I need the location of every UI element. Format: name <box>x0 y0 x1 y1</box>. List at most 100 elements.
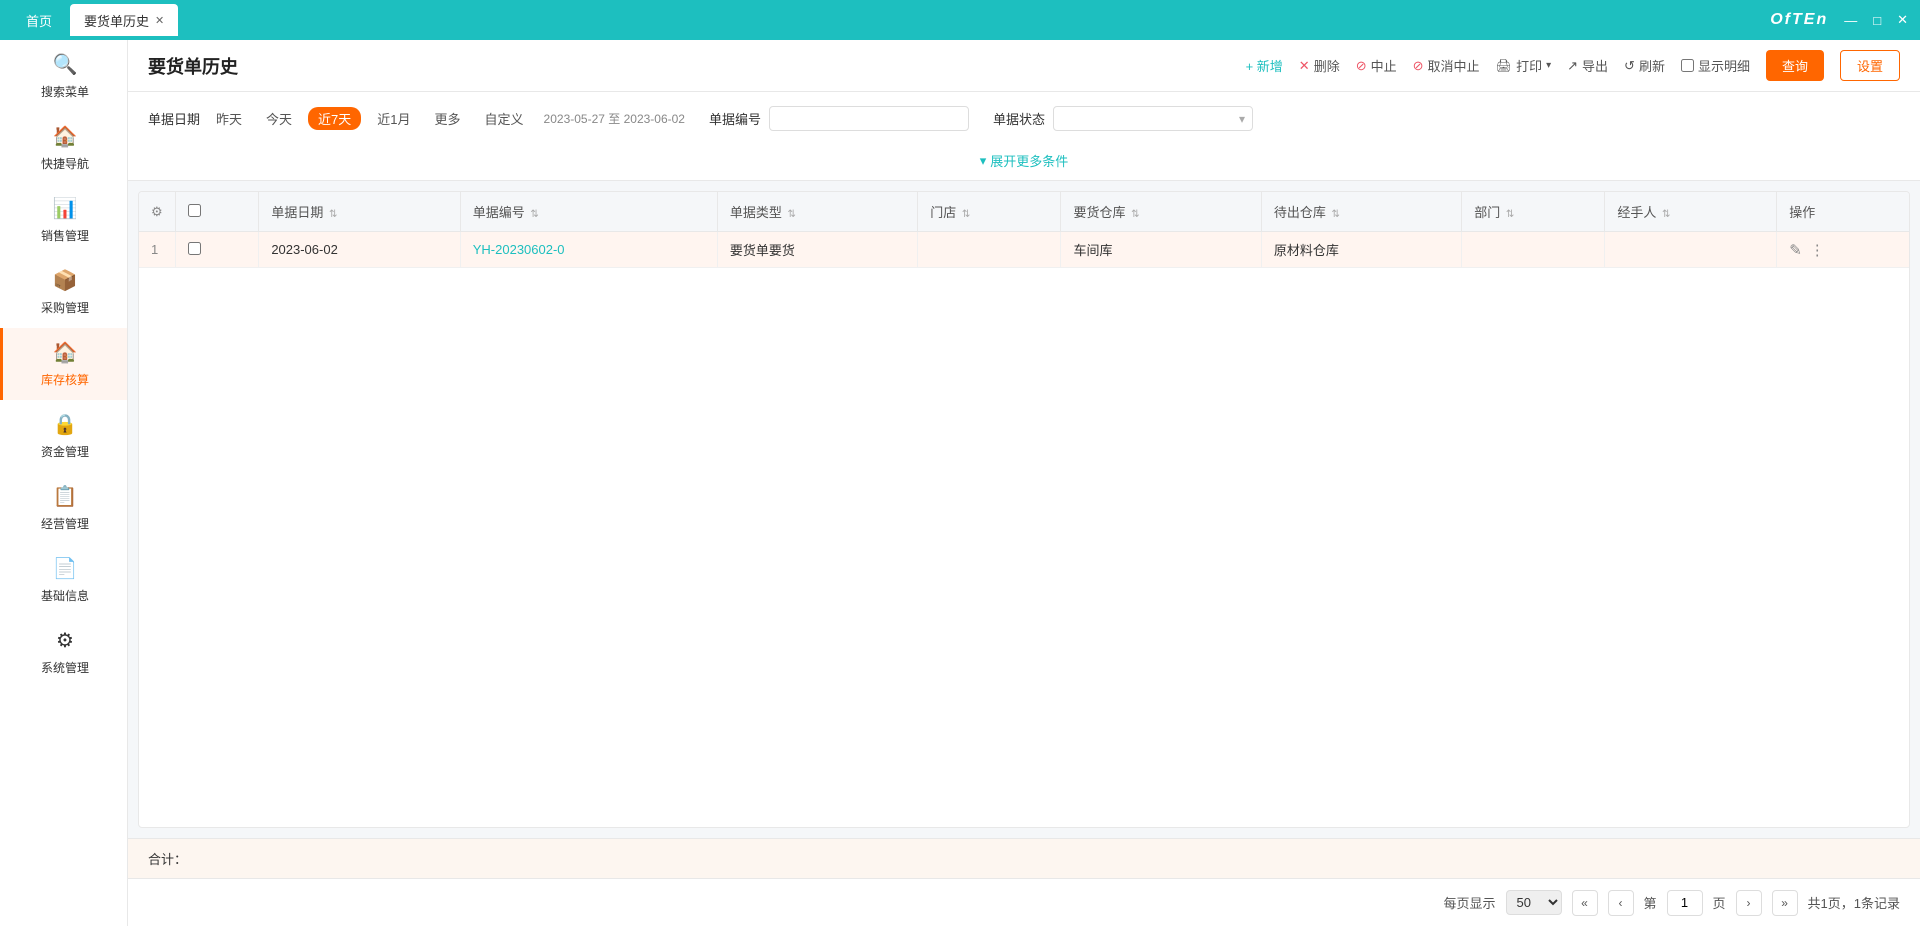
op-more-icon-0[interactable]: ⋮ <box>1810 241 1825 259</box>
table-body: 1 2023-06-02 YH-20230602-0 要货单要货 车间库 原材料… <box>139 232 1909 268</box>
export-button[interactable]: ↗ 导出 <box>1567 56 1608 75</box>
col-store-label: 门店 <box>930 205 956 220</box>
sort-store-icon[interactable]: ⇅ <box>962 209 970 220</box>
print-button[interactable]: 🖨 打印 ▾ <box>1496 56 1552 75</box>
sidebar-item-inventory[interactable]: 🏠 库存核算 <box>0 328 127 400</box>
first-page-btn[interactable]: « <box>1572 890 1598 916</box>
sort-department-icon[interactable]: ⇅ <box>1506 209 1514 220</box>
next-page-btn[interactable]: › <box>1736 890 1762 916</box>
sort-req-warehouse-icon[interactable]: ⇅ <box>1131 209 1139 220</box>
show-detail-checkbox[interactable]: 显示明细 <box>1681 56 1750 75</box>
page-header: 要货单历史 + 新增 ✕ 删除 ⊘ 中止 ⊘ 取消中止 🖨 打印 <box>128 40 1920 92</box>
bill-no-link-0[interactable]: YH-20230602-0 <box>473 242 565 257</box>
sort-handler-icon[interactable]: ⇅ <box>1662 209 1670 220</box>
op-edit-icon-0[interactable]: ✎ <box>1789 241 1802 259</box>
status-label: 单据状态 <box>993 109 1045 128</box>
cancel-stop-label: 取消中止 <box>1428 56 1480 75</box>
print-chevron-icon: ▾ <box>1546 60 1551 71</box>
delete-icon: ✕ <box>1299 58 1310 74</box>
col-ops: 操作 <box>1777 192 1909 232</box>
status-select[interactable] <box>1053 106 1253 131</box>
page-size-select[interactable]: 50 10 20 100 <box>1506 890 1562 915</box>
select-all-checkbox[interactable] <box>188 204 201 217</box>
sort-bill-type-icon[interactable]: ⇅ <box>788 209 796 220</box>
stop-button[interactable]: ⊘ 中止 <box>1356 56 1397 75</box>
expand-more-label: 展开更多条件 <box>990 151 1068 170</box>
sidebar-item-quick-nav[interactable]: 🏠 快捷导航 <box>0 112 127 184</box>
sidebar-item-operations[interactable]: 📋 经营管理 <box>0 472 127 544</box>
expand-more-row: ▾ 展开更多条件 <box>148 145 1900 180</box>
sort-bill-no-icon[interactable]: ⇅ <box>530 209 538 220</box>
col-bill-no: 单据编号 ⇅ <box>460 192 717 232</box>
col-handler: 经手人 ⇅ <box>1605 192 1777 232</box>
minimize-btn[interactable]: — <box>1844 13 1857 28</box>
refresh-button[interactable]: ↺ 刷新 <box>1624 56 1665 75</box>
date-option-yesterday[interactable]: 昨天 <box>208 107 250 130</box>
sidebar-item-basic-info[interactable]: 📄 基础信息 <box>0 544 127 616</box>
refresh-icon: ↺ <box>1624 58 1635 74</box>
sidebar-item-sales-label: 销售管理 <box>41 227 89 244</box>
query-button[interactable]: 查询 <box>1766 50 1824 81</box>
bill-no-input[interactable] <box>769 106 969 131</box>
page-title: 要货单历史 <box>148 53 1246 79</box>
inventory-icon: 🏠 <box>53 340 78 365</box>
delete-button[interactable]: ✕ 删除 <box>1299 56 1340 75</box>
sidebar-item-system[interactable]: ⚙ 系统管理 <box>0 616 127 688</box>
purchase-icon: 📦 <box>53 268 78 293</box>
sidebar-item-search-menu[interactable]: 🔍 搜索菜单 <box>0 40 127 112</box>
brand-label: OfTEn <box>1770 11 1828 29</box>
filter-row-1: 单据日期 昨天 今天 近7天 近1月 更多 自定义 2023-05-27 至 2… <box>148 106 1900 131</box>
prev-page-btn[interactable]: ‹ <box>1608 890 1634 916</box>
date-option-last7days[interactable]: 近7天 <box>308 107 361 130</box>
bill-no-filter-group: 单据编号 <box>709 106 969 131</box>
sidebar-item-sales[interactable]: 📊 销售管理 <box>0 184 127 256</box>
col-date: 单据日期 ⇅ <box>259 192 460 232</box>
col-pending-warehouse: 待出仓库 ⇅ <box>1261 192 1461 232</box>
stop-icon: ⊘ <box>1356 58 1367 74</box>
table-header-row: ⚙ 单据日期 ⇅ 单据编号 ⇅ <box>139 192 1909 232</box>
sales-icon: 📊 <box>53 196 78 221</box>
current-page-input[interactable] <box>1667 890 1703 916</box>
tab-close-icon[interactable]: ✕ <box>155 14 164 27</box>
cell-ops: ✎ ⋮ <box>1777 232 1909 268</box>
date-option-custom[interactable]: 自定义 <box>477 107 532 130</box>
cell-date: 2023-06-02 <box>259 232 460 268</box>
sidebar-item-finance-label: 资金管理 <box>41 443 89 460</box>
top-bar: 首页 要货单历史 ✕ OfTEn — □ ✕ <box>0 0 1920 40</box>
show-detail-input[interactable] <box>1681 59 1694 72</box>
date-option-more[interactable]: 更多 <box>427 107 469 130</box>
sidebar-item-operations-label: 经营管理 <box>41 515 89 532</box>
sort-date-icon[interactable]: ⇅ <box>329 209 337 220</box>
date-option-last-month[interactable]: 近1月 <box>369 107 418 130</box>
settings-gear-icon[interactable]: ⚙ <box>151 204 163 219</box>
sidebar-item-purchase[interactable]: 📦 采购管理 <box>0 256 127 328</box>
expand-more-btn[interactable]: ▾ 展开更多条件 <box>980 151 1069 170</box>
col-checkbox <box>175 192 259 232</box>
date-filter-label: 单据日期 <box>148 109 200 128</box>
cell-bill-no: YH-20230602-0 <box>460 232 717 268</box>
sidebar-item-finance[interactable]: 🔒 资金管理 <box>0 400 127 472</box>
col-store: 门店 ⇅ <box>918 192 1061 232</box>
sort-pending-warehouse-icon[interactable]: ⇅ <box>1331 209 1339 220</box>
date-option-today[interactable]: 今天 <box>258 107 300 130</box>
tab-home[interactable]: 首页 <box>12 4 66 36</box>
cancel-stop-button[interactable]: ⊘ 取消中止 <box>1413 56 1480 75</box>
header-actions: + 新增 ✕ 删除 ⊘ 中止 ⊘ 取消中止 🖨 打印 ▾ <box>1246 50 1900 81</box>
row-checkbox-0[interactable] <box>188 242 201 255</box>
col-department: 部门 ⇅ <box>1462 192 1605 232</box>
settings-button[interactable]: 设置 <box>1840 50 1900 81</box>
filter-area: 单据日期 昨天 今天 近7天 近1月 更多 自定义 2023-05-27 至 2… <box>128 92 1920 181</box>
maximize-btn[interactable]: □ <box>1873 13 1881 28</box>
cell-req-warehouse: 车间库 <box>1061 232 1261 268</box>
tab-order-history[interactable]: 要货单历史 ✕ <box>70 4 178 36</box>
last-page-btn[interactable]: » <box>1772 890 1798 916</box>
status-filter-group: 单据状态 <box>993 106 1253 131</box>
sidebar: 🔍 搜索菜单 🏠 快捷导航 📊 销售管理 📦 采购管理 🏠 库存核算 🔒 资金管… <box>0 40 128 926</box>
date-options: 昨天 今天 近7天 近1月 更多 自定义 <box>208 107 532 130</box>
summary-label: 合计： <box>148 849 187 868</box>
new-button[interactable]: + 新增 <box>1246 56 1283 75</box>
finance-icon: 🔒 <box>53 412 78 437</box>
cell-checkbox[interactable] <box>175 232 259 268</box>
close-btn[interactable]: ✕ <box>1897 12 1908 28</box>
quick-nav-icon: 🏠 <box>53 124 78 149</box>
